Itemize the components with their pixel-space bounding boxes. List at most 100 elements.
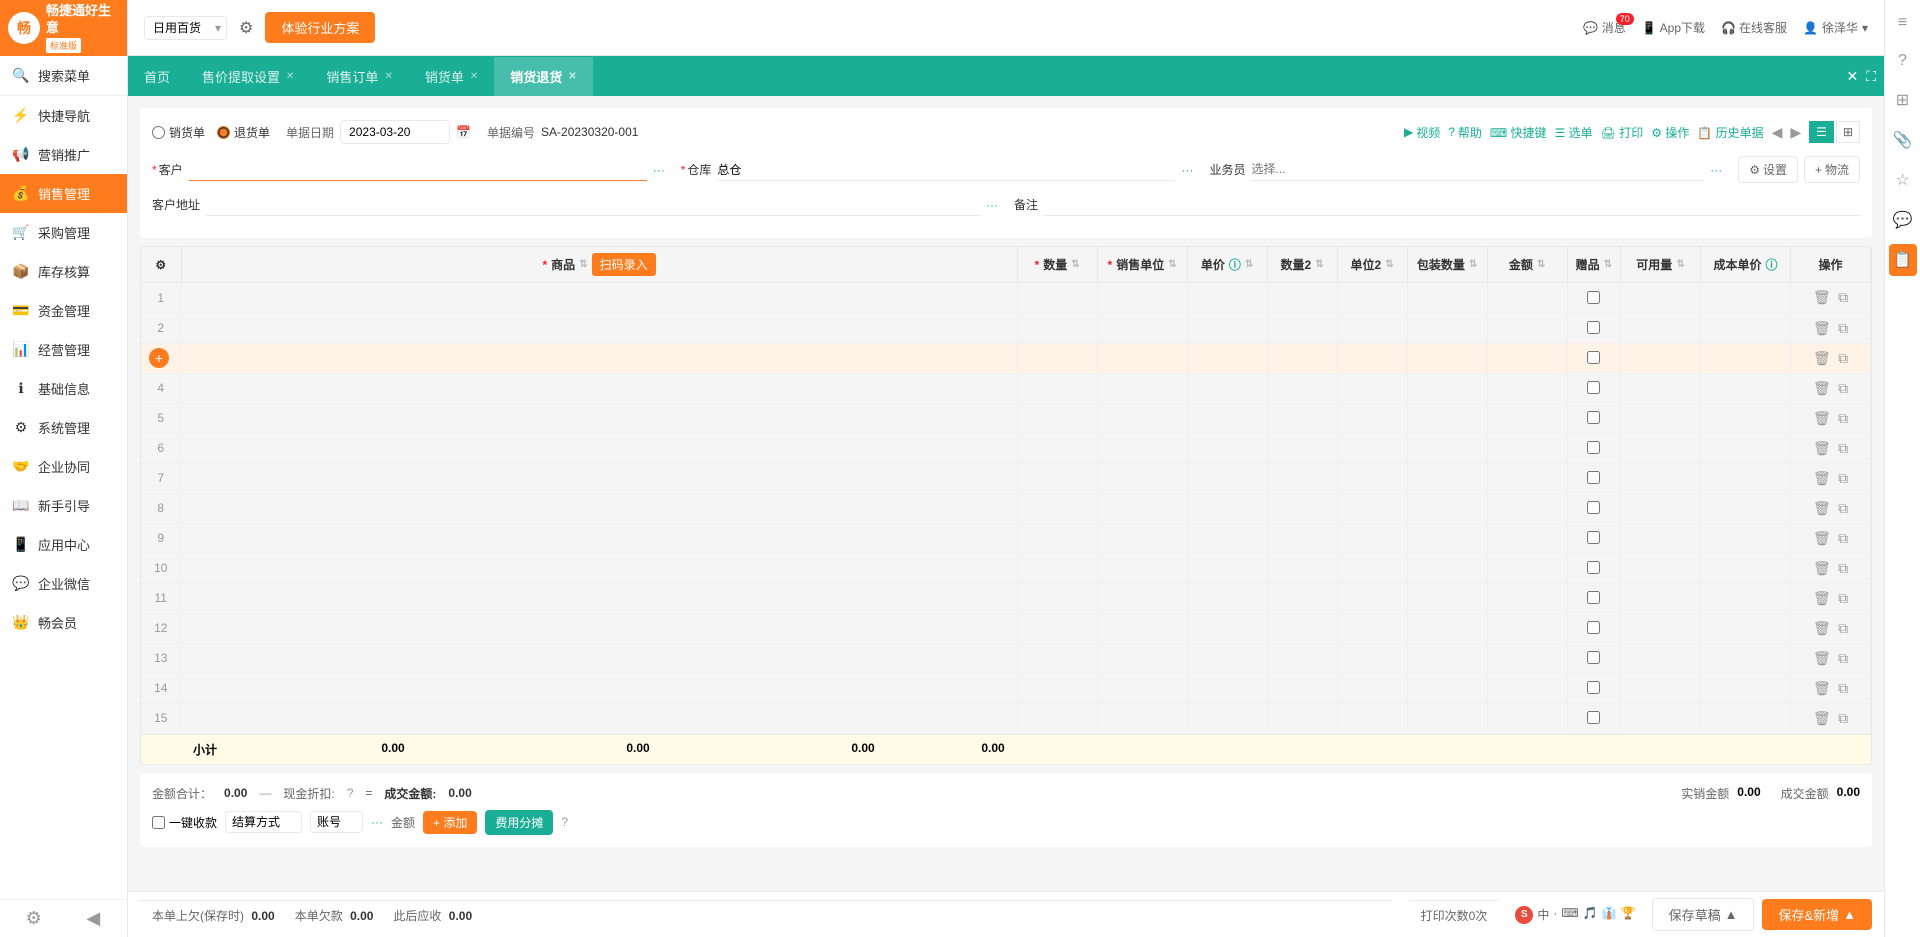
amount-cell[interactable] bbox=[1487, 373, 1567, 403]
topbar-settings-btn[interactable]: ⚙ bbox=[239, 18, 253, 38]
pack-qty-cell[interactable] bbox=[1407, 433, 1487, 463]
sale-radio[interactable]: 销货单 bbox=[152, 124, 205, 141]
amount-cell[interactable] bbox=[1487, 523, 1567, 553]
qty2-cell[interactable] bbox=[1267, 433, 1337, 463]
sort-unit2[interactable]: ⇅ bbox=[1385, 259, 1393, 270]
price-cell[interactable] bbox=[1187, 613, 1267, 643]
sale-unit-cell[interactable] bbox=[1097, 313, 1187, 343]
available-cell[interactable] bbox=[1621, 403, 1701, 433]
sort-sale-unit[interactable]: ⇅ bbox=[1168, 259, 1176, 270]
gift-checkbox[interactable] bbox=[1587, 501, 1600, 514]
copy-row-btn[interactable]: ⧉ bbox=[1836, 618, 1850, 639]
available-cell[interactable] bbox=[1621, 313, 1701, 343]
qty-cell[interactable] bbox=[1017, 373, 1097, 403]
unit2-cell[interactable] bbox=[1337, 613, 1407, 643]
help-btn[interactable]: ? 帮助 bbox=[1448, 124, 1482, 141]
unit2-cell[interactable] bbox=[1337, 643, 1407, 673]
warehouse-more-btn[interactable]: ··· bbox=[1181, 163, 1193, 177]
price-cell[interactable] bbox=[1187, 373, 1267, 403]
sort-product[interactable]: ⇅ bbox=[579, 259, 587, 270]
delete-row-btn[interactable]: 🗑 bbox=[1811, 438, 1833, 459]
delete-row-btn[interactable]: 🗑 bbox=[1811, 408, 1833, 429]
tab-home[interactable]: 首页 bbox=[128, 57, 186, 96]
pack-qty-cell[interactable] bbox=[1407, 673, 1487, 703]
amount-cell[interactable] bbox=[1487, 583, 1567, 613]
pack-qty-cell[interactable] bbox=[1407, 643, 1487, 673]
sale-unit-cell-active[interactable] bbox=[1097, 343, 1187, 373]
right-panel-btn-1[interactable]: ≡ bbox=[1892, 8, 1913, 38]
pack-qty-cell[interactable] bbox=[1407, 373, 1487, 403]
close-tab-btn[interactable]: ✕ bbox=[1846, 68, 1858, 85]
gift-checkbox[interactable] bbox=[1587, 321, 1600, 334]
sidebar-item-member[interactable]: 👑 畅会员 bbox=[0, 603, 127, 642]
product-cell[interactable] bbox=[181, 613, 1017, 643]
qty2-cell[interactable] bbox=[1267, 313, 1337, 343]
sale-unit-cell[interactable] bbox=[1097, 373, 1187, 403]
return-radio-input[interactable] bbox=[217, 126, 230, 139]
right-panel-btn-7[interactable]: 📋 bbox=[1889, 244, 1917, 276]
warehouse-input[interactable] bbox=[717, 158, 1175, 181]
qty2-cell[interactable] bbox=[1267, 283, 1337, 314]
one-key-payment-checkbox[interactable] bbox=[152, 816, 165, 829]
price-cell[interactable] bbox=[1187, 583, 1267, 613]
sale-unit-cell[interactable] bbox=[1097, 703, 1187, 733]
sidebar-item-inventory[interactable]: 📦 库存核算 bbox=[0, 252, 127, 291]
one-key-payment-label[interactable]: 一键收款 bbox=[152, 814, 217, 831]
pack-qty-cell[interactable] bbox=[1407, 463, 1487, 493]
price-cell[interactable] bbox=[1187, 493, 1267, 523]
salesman-more-btn[interactable]: ··· bbox=[1710, 163, 1722, 177]
delete-row-btn[interactable]: 🗑 bbox=[1811, 318, 1833, 339]
history-bill-btn[interactable]: 📋 历史单据 bbox=[1697, 124, 1763, 141]
sort-pack-qty[interactable]: ⇅ bbox=[1469, 259, 1477, 270]
customer-more-btn[interactable]: ··· bbox=[653, 163, 665, 177]
qty-cell[interactable] bbox=[1017, 313, 1097, 343]
product-cell-active[interactable] bbox=[181, 343, 1017, 373]
copy-row-btn[interactable]: ⧉ bbox=[1836, 588, 1850, 609]
grid-view-btn[interactable]: ⊞ bbox=[1836, 121, 1860, 143]
trial-btn[interactable]: 体验行业方案 bbox=[265, 12, 375, 43]
gift-checkbox[interactable] bbox=[1587, 441, 1600, 454]
available-cell[interactable] bbox=[1621, 373, 1701, 403]
qty-cell-active[interactable] bbox=[1017, 343, 1097, 373]
sidebar-item-finance[interactable]: 💳 资金管理 bbox=[0, 291, 127, 330]
qty-cell[interactable] bbox=[1017, 523, 1097, 553]
message-btn[interactable]: 💬 消息 70 bbox=[1583, 19, 1625, 36]
delete-row-btn[interactable]: 🗑 bbox=[1811, 498, 1833, 519]
note-input[interactable] bbox=[1044, 193, 1860, 216]
amount-cell[interactable] bbox=[1487, 643, 1567, 673]
cost-price-info-icon[interactable]: ⓘ bbox=[1766, 256, 1778, 273]
save-new-btn[interactable]: 保存&新增 ▲ bbox=[1762, 899, 1872, 930]
collapse-sidebar-btn[interactable]: ◀ bbox=[68, 908, 120, 929]
gift-checkbox[interactable] bbox=[1587, 711, 1600, 724]
sale-unit-cell[interactable] bbox=[1097, 643, 1187, 673]
product-cell[interactable] bbox=[181, 493, 1017, 523]
available-cell[interactable] bbox=[1621, 553, 1701, 583]
tab-sale-order[interactable]: 销售订单 ✕ bbox=[310, 57, 408, 96]
gift-checkbox[interactable] bbox=[1587, 411, 1600, 424]
copy-row-btn[interactable]: ⧉ bbox=[1836, 498, 1850, 519]
sale-unit-cell[interactable] bbox=[1097, 463, 1187, 493]
tab-sale[interactable]: 销货单 ✕ bbox=[409, 57, 494, 96]
qty-cell[interactable] bbox=[1017, 613, 1097, 643]
gear-icon[interactable]: ⚙ bbox=[155, 258, 166, 272]
industry-select[interactable]: 日用百货 bbox=[144, 16, 227, 40]
copy-row-btn[interactable]: ⧉ bbox=[1836, 438, 1850, 459]
price-cell[interactable] bbox=[1187, 553, 1267, 583]
unit2-cell[interactable] bbox=[1337, 463, 1407, 493]
copy-row-btn[interactable]: ⧉ bbox=[1836, 318, 1850, 339]
logistics-btn[interactable]: + 物流 bbox=[1804, 156, 1860, 183]
available-cell[interactable] bbox=[1621, 583, 1701, 613]
price-cell[interactable] bbox=[1187, 283, 1267, 314]
product-cell[interactable] bbox=[181, 403, 1017, 433]
right-panel-btn-6[interactable]: 💬 bbox=[1887, 204, 1919, 236]
pack-qty-cell[interactable] bbox=[1407, 583, 1487, 613]
dots-btn[interactable]: ··· bbox=[371, 815, 383, 829]
pack-qty-cell-active[interactable] bbox=[1407, 343, 1487, 373]
sort-gift[interactable]: ⇅ bbox=[1604, 259, 1612, 270]
qty-cell[interactable] bbox=[1017, 433, 1097, 463]
app-download-btn[interactable]: 📱 App下载 bbox=[1642, 19, 1705, 36]
price-cell[interactable] bbox=[1187, 463, 1267, 493]
amount-cell[interactable] bbox=[1487, 433, 1567, 463]
list-view-btn[interactable]: ☰ bbox=[1809, 121, 1834, 143]
amount-cell-active[interactable] bbox=[1487, 343, 1567, 373]
